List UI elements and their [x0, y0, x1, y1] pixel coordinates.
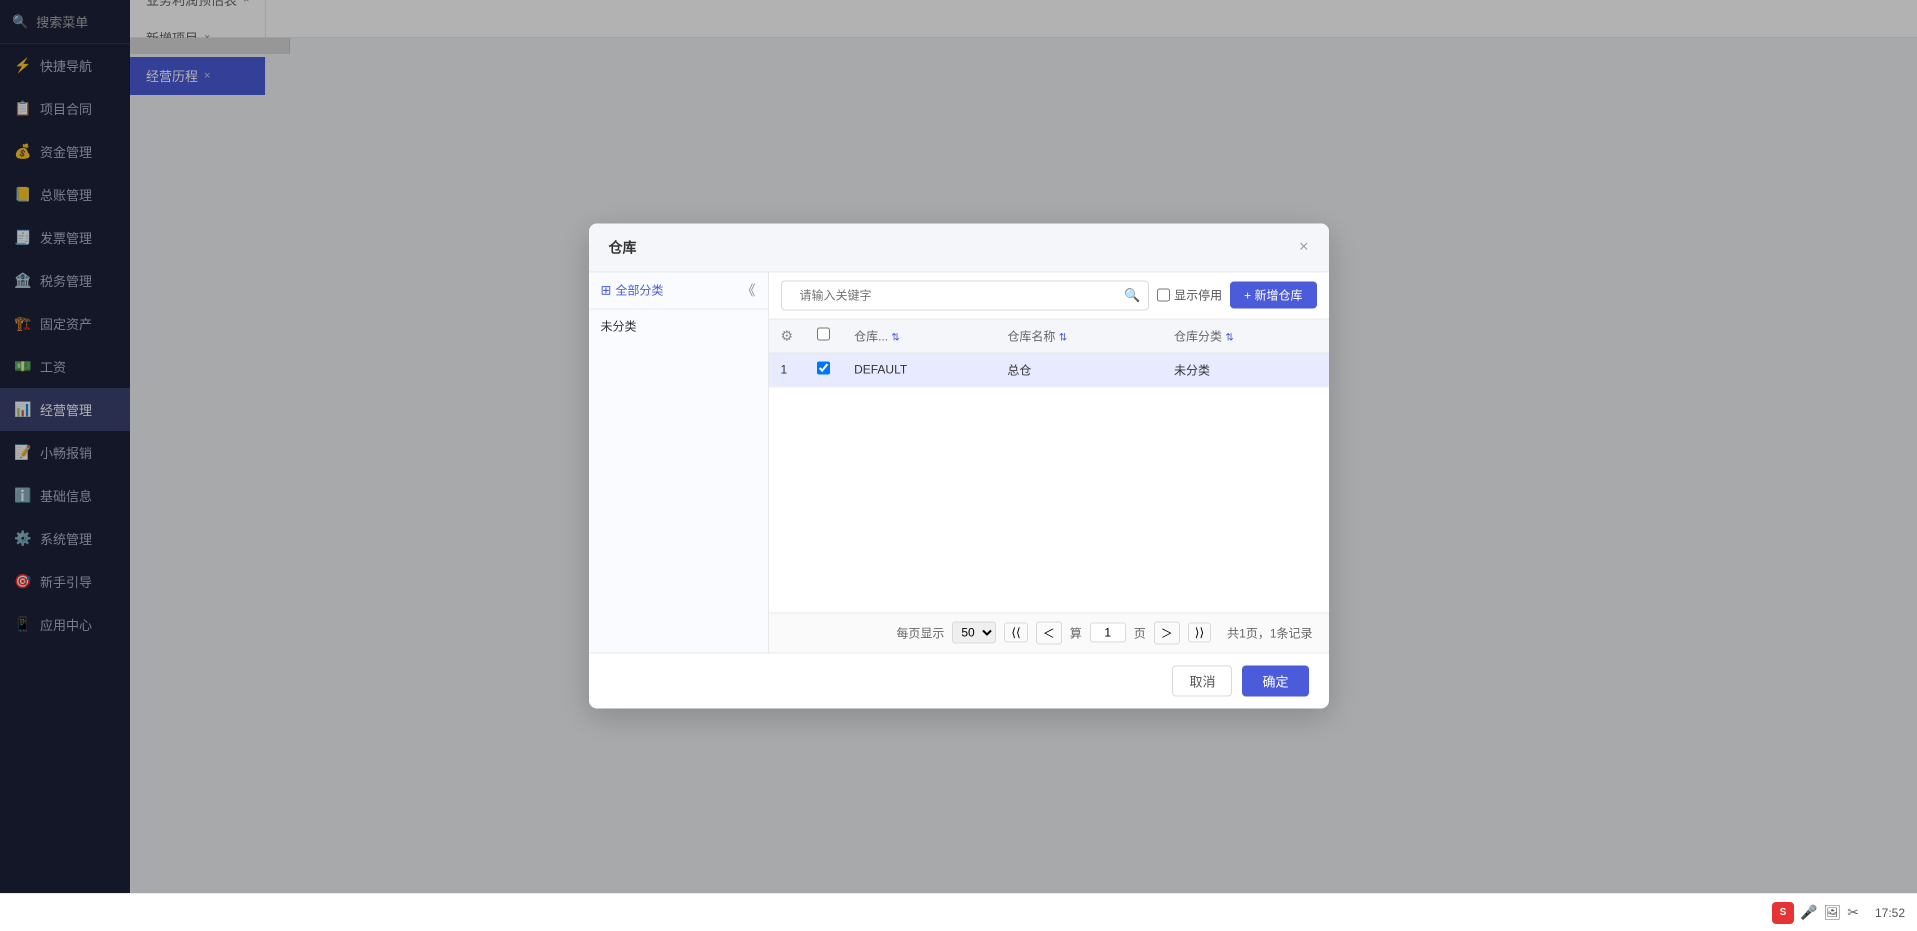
page-label: 算 — [1070, 624, 1082, 641]
taskbar-icon-2: 🖼 — [1823, 904, 1841, 921]
modal-body: ⊞ 全部分类 《 未分类 🔍 显示停用 + 新增仓库 — [589, 272, 1329, 652]
row-category: 未分类 — [1162, 353, 1329, 387]
all-category-label[interactable]: 全部分类 — [615, 282, 663, 299]
col-settings: ⚙ — [769, 319, 806, 353]
col-checkbox — [805, 319, 842, 353]
modal-title: 仓库 — [609, 237, 637, 257]
col-name-sort[interactable]: ⇅ — [1059, 332, 1067, 343]
search-icon: 🔍 — [1124, 287, 1140, 303]
taskbar-icon-1: 🎤 — [1800, 904, 1817, 921]
taskbar-time: 17:52 — [1875, 906, 1905, 920]
row-num: 1 — [769, 353, 806, 387]
col-code: 仓库... ⇅ — [842, 319, 995, 353]
warehouse-modal: 仓库 × ⊞ 全部分类 《 未分类 🔍 — [589, 223, 1329, 708]
last-page-btn[interactable]: ⟩⟩ — [1188, 623, 1211, 643]
modal-toolbar: 🔍 显示停用 + 新增仓库 — [769, 272, 1329, 319]
add-warehouse-button[interactable]: + 新增仓库 — [1230, 282, 1316, 309]
warehouse-table: ⚙ 仓库... ⇅ 仓库名称 ⇅ 仓库分类 — [769, 319, 1329, 387]
show-disabled-label: 显示停用 — [1174, 287, 1222, 304]
prev-page-btn[interactable]: ＜ — [1036, 621, 1062, 644]
row-code: DEFAULT — [842, 353, 995, 387]
modal-category-panel: ⊞ 全部分类 《 未分类 — [589, 272, 769, 652]
modal-right-panel: 🔍 显示停用 + 新增仓库 ⚙ 仓库... — [769, 272, 1329, 652]
modal-total-info: 共1页，1条记录 — [1227, 624, 1312, 641]
modal-table: ⚙ 仓库... ⇅ 仓库名称 ⇅ 仓库分类 — [769, 319, 1329, 612]
modal-category-item-未分类[interactable]: 未分类 — [589, 309, 768, 342]
first-page-btn[interactable]: ⟨⟨ — [1004, 623, 1027, 643]
taskbar-icon-3: ✂ — [1847, 904, 1859, 921]
row-name: 总仓 — [995, 353, 1162, 387]
modal-close-button[interactable]: × — [1299, 238, 1308, 256]
show-disabled-checkbox[interactable] — [1157, 289, 1170, 302]
search-box: 🔍 — [781, 280, 1150, 310]
col-category-sort[interactable]: ⇅ — [1225, 332, 1233, 343]
bottom-taskbar: S 🎤 🖼 ✂ 17:52 — [0, 893, 1917, 931]
modal-page-size-select[interactable]: 50 — [952, 622, 996, 644]
col-category: 仓库分类 ⇅ — [1162, 319, 1329, 353]
modal-page-size-label: 每页显示 — [896, 624, 944, 641]
page-suffix: 页 — [1134, 624, 1146, 641]
category-collapse-btn[interactable]: 《 — [742, 280, 756, 300]
confirm-button[interactable]: 确定 — [1242, 665, 1308, 696]
row-select-1[interactable] — [817, 362, 830, 375]
taskbar-icons: S 🎤 🖼 ✂ — [1772, 902, 1859, 924]
col-code-sort[interactable]: ⇅ — [891, 332, 899, 343]
modal-header: 仓库 × — [589, 223, 1329, 272]
cancel-button[interactable]: 取消 — [1172, 665, 1232, 696]
show-disabled-checkbox-label[interactable]: 显示停用 — [1157, 287, 1222, 304]
category-icon: ⊞ — [601, 282, 612, 298]
modal-category-header: ⊞ 全部分类 《 — [589, 272, 768, 309]
table-header-row: ⚙ 仓库... ⇅ 仓库名称 ⇅ 仓库分类 — [769, 319, 1329, 353]
col-name: 仓库名称 ⇅ — [995, 319, 1162, 353]
warehouse-search-input[interactable] — [790, 284, 1118, 306]
warehouse-table-body: 1 DEFAULT 总仓 未分类 — [769, 353, 1329, 387]
modal-pagination: 每页显示 50 ⟨⟨ ＜ 算 页 ＞ ⟩⟩ 共1页，1条记录 — [769, 612, 1329, 652]
modal-actions: 取消 确定 — [589, 652, 1329, 708]
modal-category-list: 未分类 — [589, 309, 768, 342]
next-page-btn[interactable]: ＞ — [1154, 621, 1180, 644]
table-select-all[interactable] — [817, 328, 830, 341]
page-number-input[interactable] — [1090, 623, 1126, 643]
warehouse-row-1[interactable]: 1 DEFAULT 总仓 未分类 — [769, 353, 1329, 387]
taskbar-logo: S — [1772, 902, 1794, 924]
row-checkbox[interactable] — [805, 353, 842, 387]
